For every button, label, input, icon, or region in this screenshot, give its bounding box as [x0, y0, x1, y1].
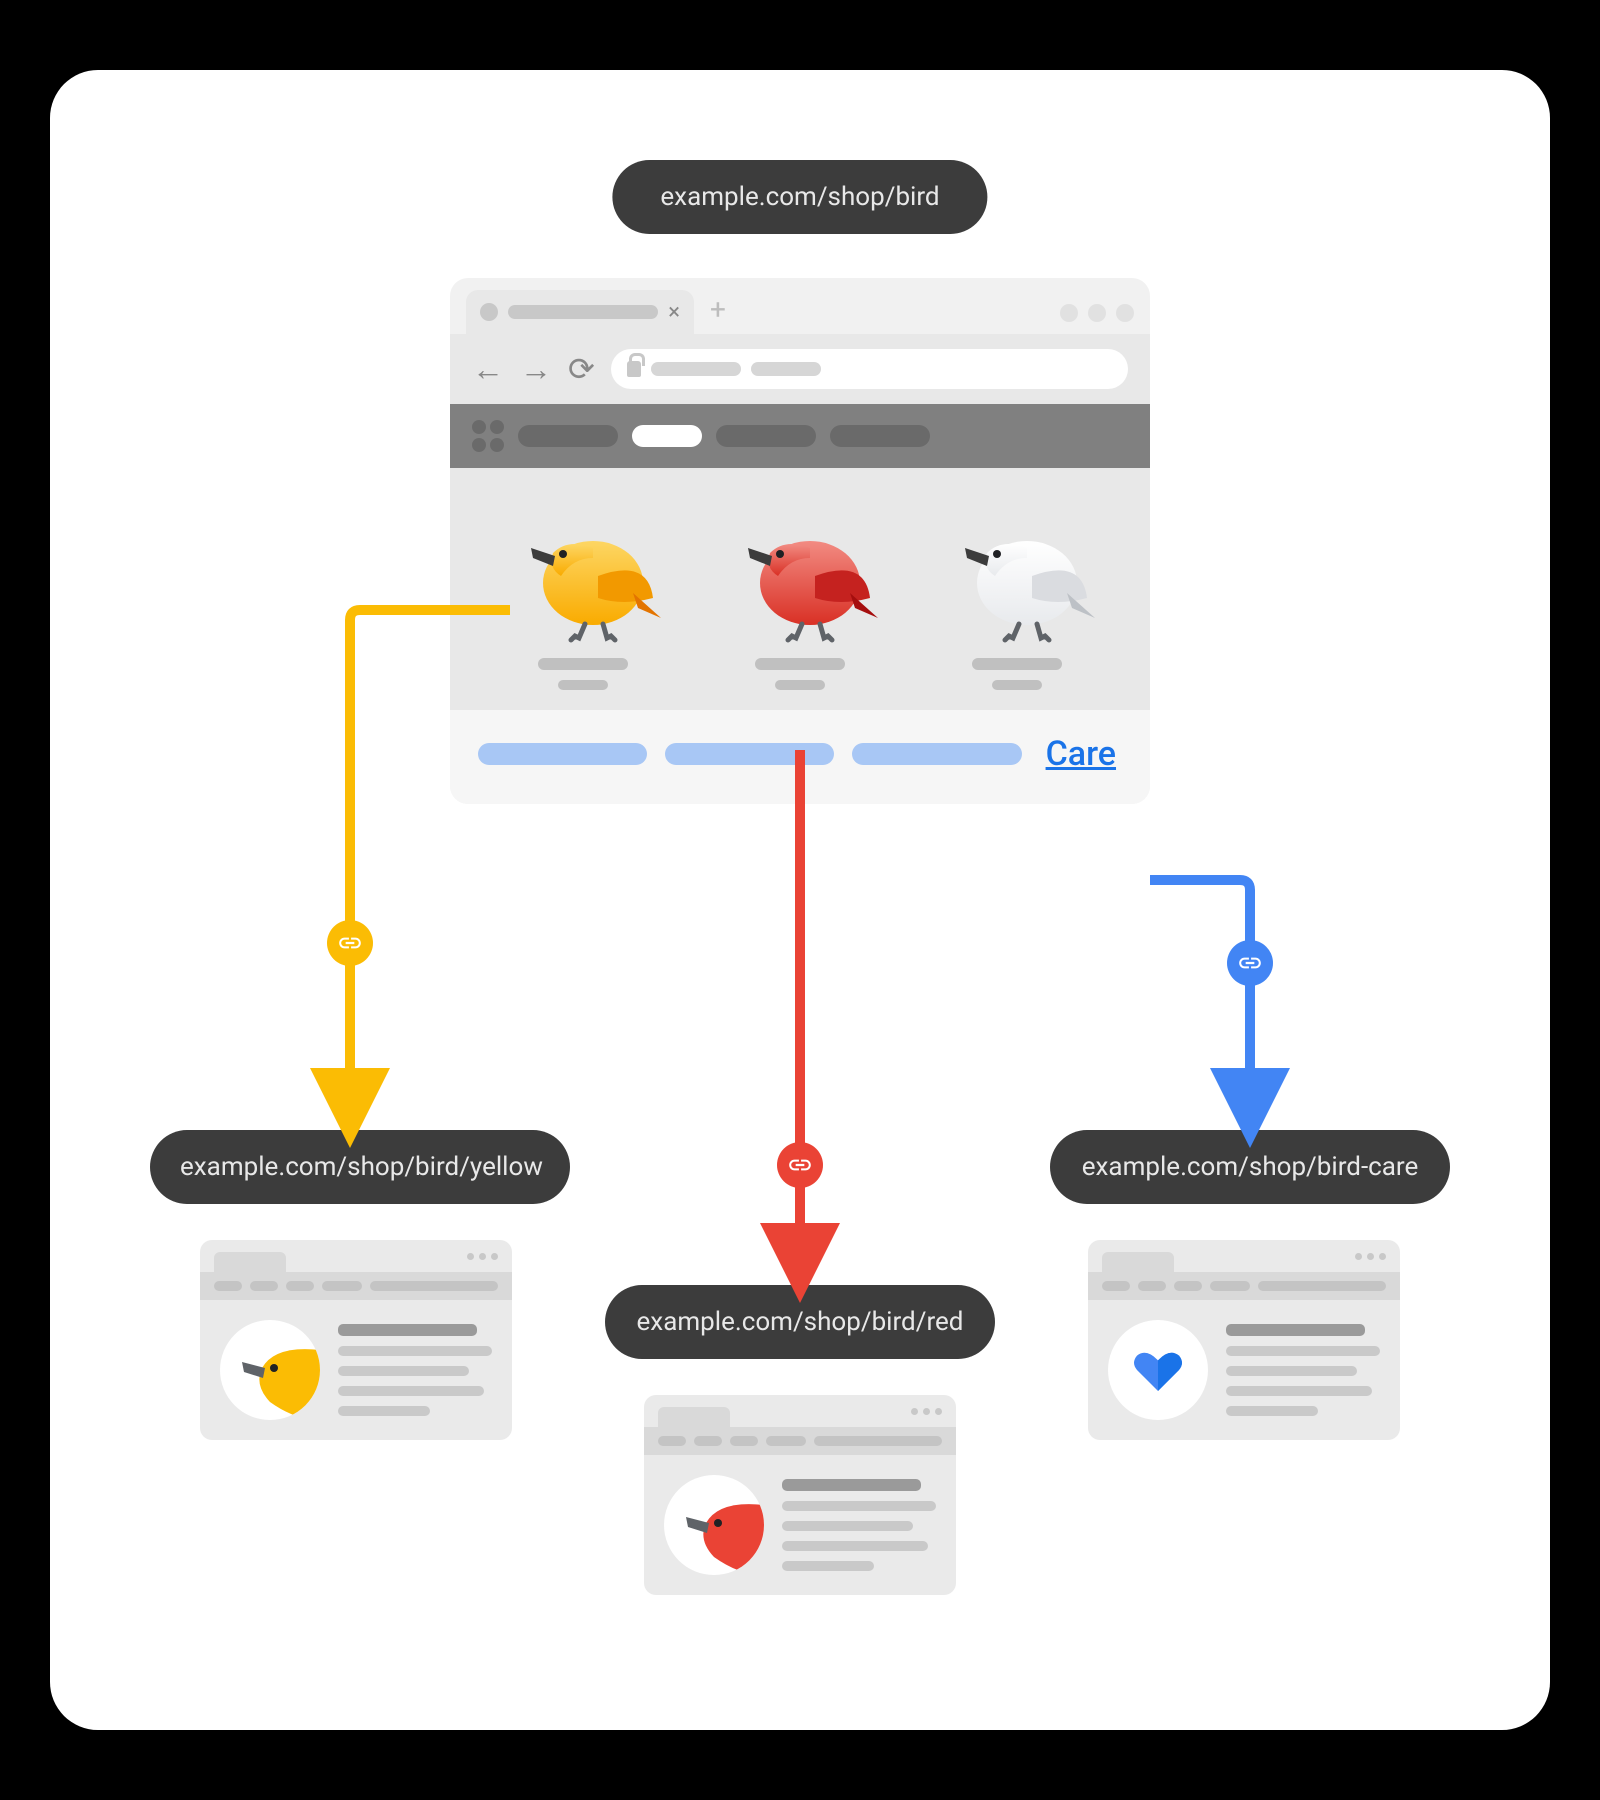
bird-icon-yellow: [503, 498, 663, 648]
product-title-placeholder: [538, 658, 628, 670]
avatar-yellow-bird: [220, 1320, 320, 1420]
nav-item-active: [632, 425, 702, 447]
product-price-placeholder: [992, 680, 1042, 690]
avatar-heart: [1108, 1320, 1208, 1420]
nav-item: [830, 425, 930, 447]
nav-item: [716, 425, 816, 447]
product-yellow-bird: [503, 498, 663, 690]
nav-bar: ← → ⟳: [450, 334, 1150, 404]
close-icon: ×: [668, 300, 680, 325]
link-icon-red: [777, 1142, 823, 1188]
mini-browser-care: [1088, 1240, 1400, 1440]
bird-icon-white: [937, 498, 1097, 648]
url-pill-red: example.com/shop/bird/red: [605, 1285, 995, 1359]
forward-icon: →: [520, 350, 552, 388]
new-tab-icon: +: [710, 293, 726, 326]
window-controls: [1060, 304, 1134, 322]
product-white-bird: [937, 498, 1097, 690]
tab-strip: × +: [450, 278, 1150, 334]
footer-link-placeholder: [852, 743, 1021, 765]
browser-tab: ×: [466, 290, 694, 334]
logo-icon: [472, 420, 504, 452]
url-pill-yellow: example.com/shop/bird/yellow: [150, 1130, 570, 1204]
bird-icon-red: [720, 498, 880, 648]
url-segment: [651, 362, 741, 376]
product-price-placeholder: [775, 680, 825, 690]
browser-main: × + ← → ⟳: [450, 278, 1150, 804]
care-link[interactable]: Care: [1040, 734, 1122, 774]
url-segment: [751, 362, 821, 376]
footer-link-placeholder: [478, 743, 647, 765]
link-icon-blue: [1227, 940, 1273, 986]
product-grid: [450, 468, 1150, 710]
site-nav: [450, 404, 1150, 468]
reload-icon: ⟳: [568, 350, 595, 388]
product-red-bird: [720, 498, 880, 690]
favicon-placeholder: [480, 303, 498, 321]
back-icon: ←: [472, 350, 504, 388]
product-price-placeholder: [558, 680, 608, 690]
product-title-placeholder: [972, 658, 1062, 670]
avatar-red-bird: [664, 1475, 764, 1575]
url-pill-care: example.com/shop/bird-care: [1050, 1130, 1450, 1204]
nav-item: [518, 425, 618, 447]
url-pill-main: example.com/shop/bird: [612, 160, 987, 234]
diagram-canvas: example.com/shop/bird × + ← → ⟳: [50, 70, 1550, 1730]
address-bar: [611, 349, 1128, 389]
link-icon-yellow: [327, 920, 373, 966]
footer-links: Care: [450, 710, 1150, 804]
tab-title-placeholder: [508, 305, 658, 319]
lock-icon: [627, 361, 641, 377]
footer-link-placeholder: [665, 743, 834, 765]
mini-browser-red: [644, 1395, 956, 1595]
product-title-placeholder: [755, 658, 845, 670]
mini-browser-yellow: [200, 1240, 512, 1440]
